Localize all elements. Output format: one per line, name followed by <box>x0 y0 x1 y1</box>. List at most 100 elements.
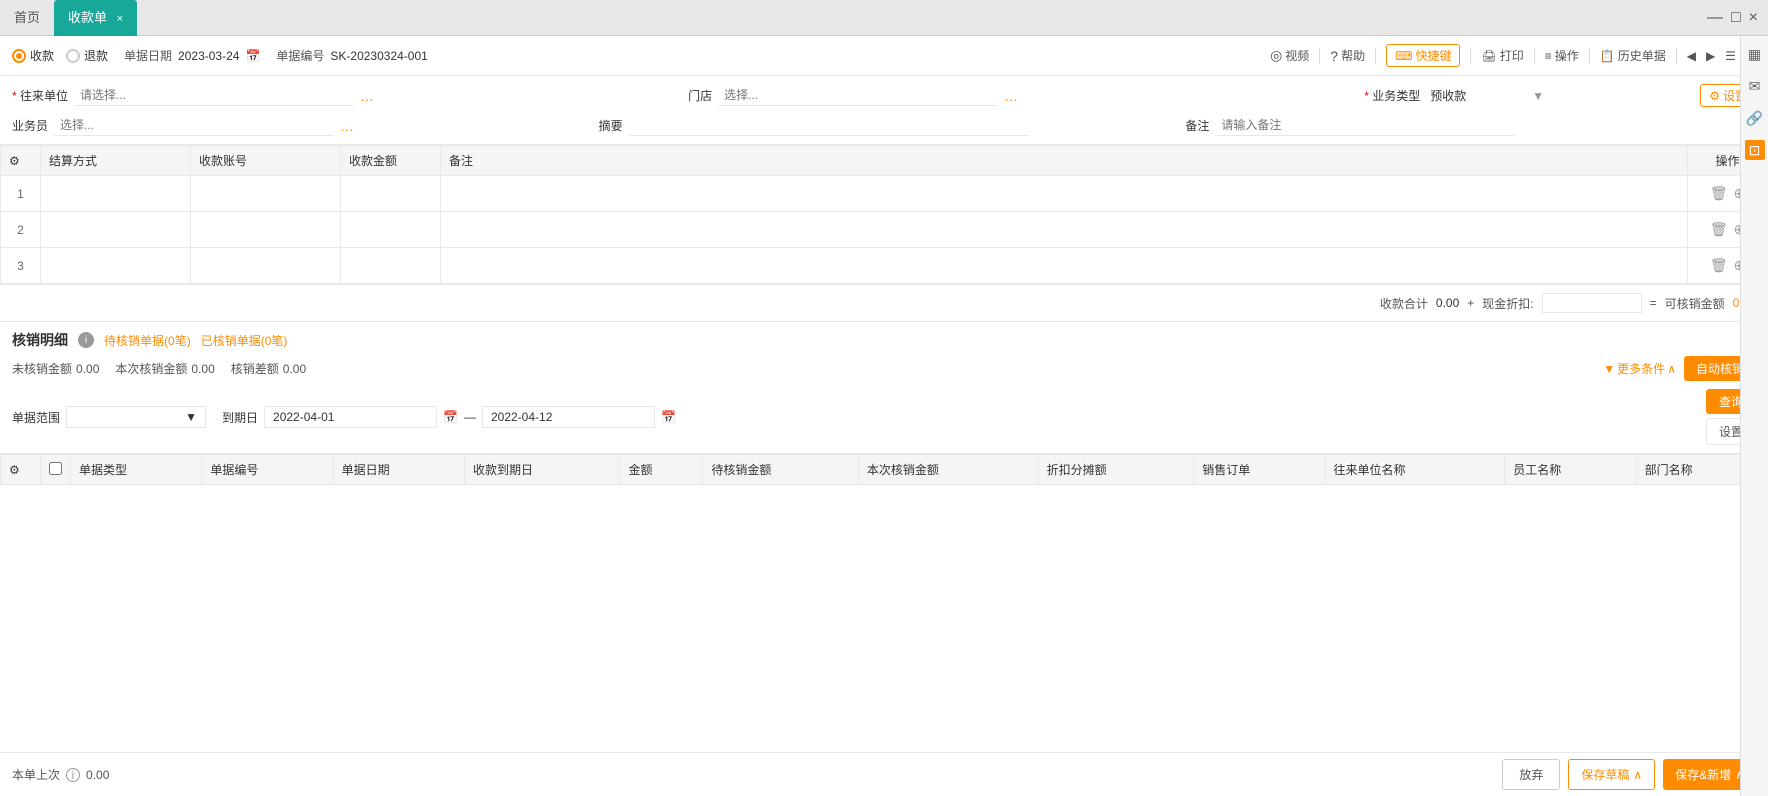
col-settings-header[interactable]: ⚙ <box>1 146 41 176</box>
shortcut-btn[interactable]: ⌨ 快捷键 <box>1386 44 1460 67</box>
cal-from-icon[interactable]: 📅 <box>443 410 458 424</box>
bottom-col-counterparty: 往来单位名称 <box>1325 455 1505 485</box>
divider <box>1319 48 1320 64</box>
divider3 <box>1470 48 1471 64</box>
list-view-btn[interactable]: ☰ <box>1725 49 1736 63</box>
info-icon2[interactable]: i <box>66 768 80 782</box>
bottom-col-pending: 待核销金额 <box>703 455 859 485</box>
counterparty-input[interactable] <box>74 85 354 106</box>
right-sidebar: ▦ ✉ 🔗 ⊡ <box>1740 36 1768 796</box>
nav-left-btn[interactable]: ◀ <box>1687 49 1696 63</box>
verification-title: 核销明细 <box>12 330 68 350</box>
range-select[interactable]: ▼ <box>66 406 206 428</box>
dropdown-arrow-icon[interactable]: ▼ <box>1532 89 1544 103</box>
summary-row: 收款合计 0.00 + 现金折扣: = 可核销金额 0.00 <box>0 285 1768 322</box>
info-icon[interactable]: i <box>78 332 94 348</box>
sidebar-screenshot-icon[interactable]: ⊡ <box>1745 140 1765 160</box>
verification-section: 核销明细 i 待核销单据(0笔) 已核销单据(0笔) 未核销金额 0.00 本次… <box>0 322 1768 454</box>
row-1-settlement[interactable] <box>41 176 191 212</box>
employee-more-btn[interactable]: … <box>340 118 354 134</box>
date-to-input[interactable] <box>482 406 655 428</box>
col-amount-header: 收款金额 <box>341 146 441 176</box>
tab-close-icon[interactable]: × <box>117 13 123 25</box>
nav-right-btn[interactable]: ▶ <box>1706 49 1715 63</box>
business-type-value: 预收款 <box>1430 87 1466 104</box>
row-3-account[interactable] <box>191 248 341 284</box>
save-draft-button[interactable]: 保存草稿 ∧ <box>1568 759 1655 790</box>
list-icon: ☰ <box>1725 49 1736 63</box>
row-1-amount[interactable] <box>341 176 441 212</box>
row-3-delete-icon[interactable]: 🗑 <box>1710 257 1728 274</box>
doc-number-field: 单据编号 SK-20230324-001 <box>276 47 427 64</box>
date-range-label: 单据范围 <box>12 409 60 426</box>
bottom-col-discount: 折扣分摊额 <box>1038 455 1194 485</box>
remark-label: 备注 <box>1185 117 1209 134</box>
cal-to-icon[interactable]: 📅 <box>661 410 676 424</box>
help-btn[interactable]: ? 帮助 <box>1330 47 1365 64</box>
store-input[interactable] <box>718 85 998 106</box>
counterparty-more-btn[interactable]: … <box>360 88 374 104</box>
row-1-delete-icon[interactable]: 🗑 <box>1710 185 1728 202</box>
print-btn[interactable]: 🖨 打印 <box>1481 47 1523 64</box>
minimize-icon[interactable]: — <box>1707 9 1723 27</box>
bottom-col-amount: 金额 <box>620 455 703 485</box>
gear-icon: ⚙ <box>1709 89 1720 103</box>
store-more-btn[interactable]: … <box>1004 88 1018 104</box>
verification-header: 核销明细 i 待核销单据(0笔) 已核销单据(0笔) <box>12 330 1756 350</box>
discount-input[interactable] <box>1542 293 1642 313</box>
bottom-bar: 本单上次 i 0.00 放弃 保存草稿 ∧ 保存&新增 ∧ <box>0 752 1768 796</box>
employee-input[interactable] <box>54 115 334 136</box>
bottom-col-check[interactable] <box>41 455 71 485</box>
tab-home[interactable]: 首页 <box>0 0 54 36</box>
tab-collection[interactable]: 收款单 × <box>54 0 137 36</box>
row-2-account[interactable] <box>191 212 341 248</box>
calendar-icon[interactable]: 📅 <box>245 49 260 63</box>
employee-field: 业务员 … <box>12 115 583 136</box>
video-btn[interactable]: ◎ 视频 <box>1270 47 1309 64</box>
row-3-settlement[interactable] <box>41 248 191 284</box>
more-conditions-btn[interactable]: ▼ 更多条件 ∧ <box>1603 360 1676 377</box>
row-num-2: 2 <box>1 212 41 248</box>
row-2-settlement[interactable] <box>41 212 191 248</box>
sidebar-mail-icon[interactable]: ✉ <box>1745 76 1765 96</box>
radio-collection[interactable]: 收款 <box>12 47 54 64</box>
close-icon[interactable]: × <box>1749 9 1758 27</box>
row-1-account[interactable] <box>191 176 341 212</box>
row-2-amount[interactable] <box>341 212 441 248</box>
pending-tab[interactable]: 待核销单据(0笔) <box>104 332 191 349</box>
row-3-remark[interactable] <box>441 248 1688 284</box>
filter-row: 单据范围 ▼ 到期日 📅 — 📅 查询 设置 <box>12 389 1756 445</box>
radio-refund[interactable]: 退款 <box>66 47 108 64</box>
sidebar-table-icon[interactable]: ▦ <box>1745 44 1765 64</box>
verified-tab[interactable]: 已核销单据(0笔) <box>201 332 288 349</box>
select-all-checkbox[interactable] <box>49 462 62 475</box>
form-row-2: 业务员 … 摘要 备注 <box>12 115 1756 136</box>
bottom-col-docdate: 单据日期 <box>333 455 464 485</box>
date-from-input[interactable] <box>264 406 437 428</box>
bottom-col-settings[interactable]: ⚙ <box>1 455 41 485</box>
operation-btn[interactable]: ≡ 操作 <box>1545 47 1579 64</box>
row-2-remark[interactable] <box>441 212 1688 248</box>
row-1-remark[interactable] <box>441 176 1688 212</box>
row-2-delete-icon[interactable]: 🗑 <box>1710 221 1728 238</box>
equals-sign: = <box>1650 296 1657 310</box>
bottom-col-duedate: 收款到期日 <box>464 455 620 485</box>
date-range-filter: 单据范围 ▼ <box>12 406 206 428</box>
sidebar-attachment-icon[interactable]: 🔗 <box>1745 108 1765 128</box>
history-btn[interactable]: 📋 历史单据 <box>1600 47 1666 64</box>
window-controls: — □ × <box>1707 9 1768 27</box>
maximize-icon[interactable]: □ <box>1731 9 1741 27</box>
discard-button[interactable]: 放弃 <box>1502 759 1560 790</box>
chevron-up-icon: ∧ <box>1667 362 1676 376</box>
row-3-amount[interactable] <box>341 248 441 284</box>
filter-icon: ▼ <box>1603 362 1615 376</box>
dropdown-arrow-save-draft[interactable]: ∧ <box>1633 768 1642 782</box>
header-right-toolbar: ◎ 视频 ? 帮助 ⌨ 快捷键 🖨 打印 ≡ 操作 <box>1270 44 1756 67</box>
due-date-filter: 到期日 📅 — 📅 <box>222 406 676 428</box>
form-header: 收款 退款 单据日期 2023-03-24 📅 单据编号 SK-20230324… <box>0 36 1768 76</box>
bottom-table-section[interactable]: ⚙ 单据类型 单据编号 单据日期 收款到期日 金额 待核销金额 本次核销金额 折… <box>0 454 1768 752</box>
summary-input[interactable] <box>629 115 1029 136</box>
collection-table-section: ⚙ 结算方式 收款账号 收款金额 备注 操作 1 � <box>0 145 1768 285</box>
remark-input[interactable] <box>1215 115 1515 136</box>
due-date-label: 到期日 <box>222 409 258 426</box>
